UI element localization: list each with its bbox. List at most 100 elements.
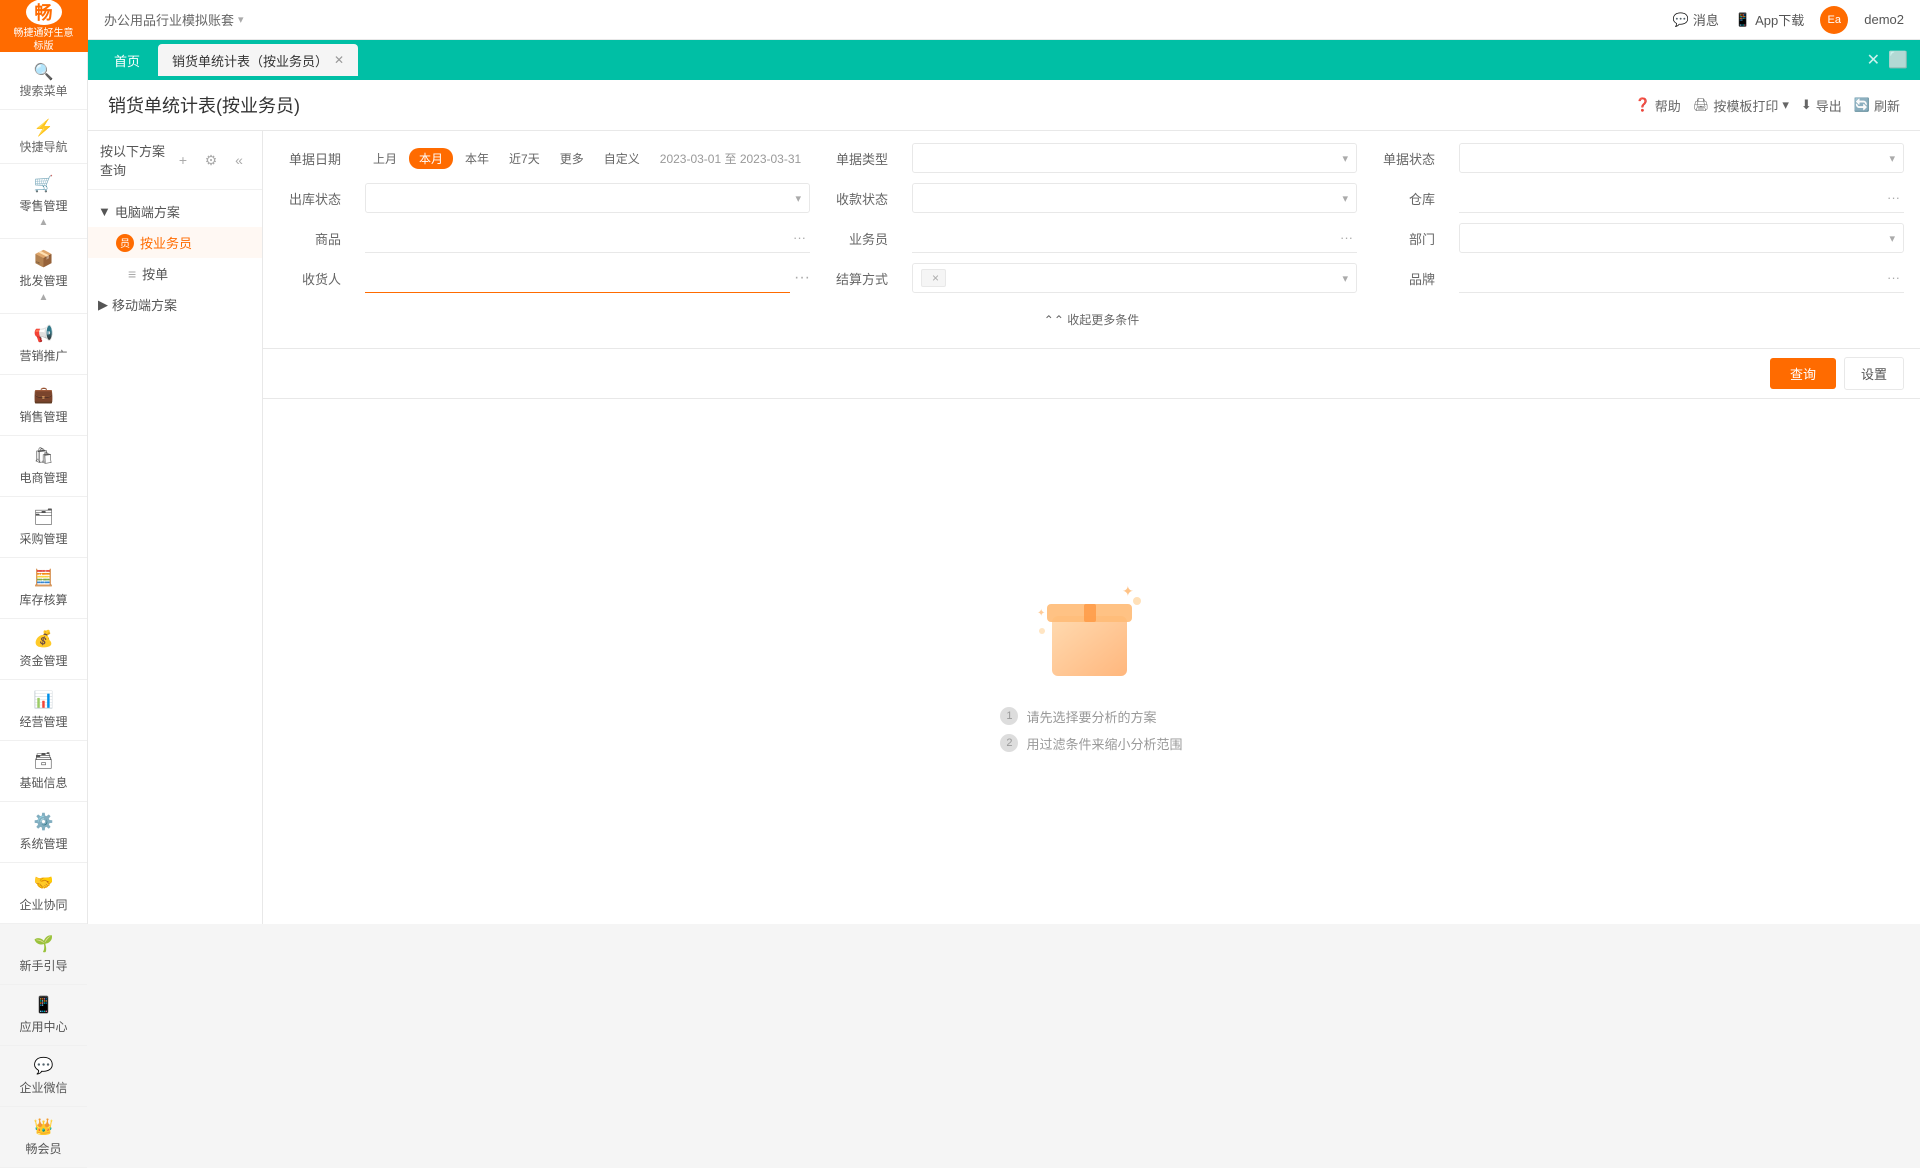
empty-hint-2-text: 用过滤条件来缩小分析范围 bbox=[1026, 734, 1182, 753]
tabbar: 首页 销货单统计表（按业务员） ✕ ✕ ⬜ bbox=[88, 40, 1920, 80]
out-status-select[interactable]: ▾ bbox=[365, 183, 810, 213]
staff-input[interactable]: ··· bbox=[912, 223, 1357, 253]
sidebar-wechat-label: 企业微信 bbox=[19, 1079, 67, 1096]
out-status-control: ▾ bbox=[365, 183, 810, 213]
tab-window-close-icon[interactable]: ✕ bbox=[1867, 50, 1880, 70]
sidebar-item-member[interactable]: 👑 畅会员 bbox=[0, 1107, 87, 1168]
sidebar-item-quick[interactable]: ⚡ 快捷导航 bbox=[0, 110, 87, 164]
sidebar-item-wholesale[interactable]: 📦 批发管理 ▲ bbox=[0, 239, 87, 314]
tree-group-mobile-label: 移动端方案 bbox=[112, 295, 177, 314]
warehouse-control: ··· bbox=[1459, 183, 1904, 213]
message-button[interactable]: 💬 消息 bbox=[1673, 10, 1719, 29]
tree-group-mobile-header[interactable]: ▶ 移动端方案 bbox=[88, 289, 262, 320]
tab-restore-icon[interactable]: ⬜ bbox=[1888, 50, 1908, 70]
sidebar-item-marketing[interactable]: 📢 营销推广 bbox=[0, 314, 87, 375]
settlement-tag-close[interactable]: × bbox=[932, 271, 939, 285]
sidebar-item-search[interactable]: 🔍 搜索菜单 bbox=[0, 52, 87, 110]
date-tab-last-month[interactable]: 上月 bbox=[365, 148, 405, 169]
query-button[interactable]: 查询 bbox=[1770, 358, 1836, 389]
filter-row-1: 单据日期 上月 本月 本年 近7天 更多 自定义 2023-03-01 至 20… bbox=[279, 143, 1904, 173]
topbar-right: 💬 消息 📱 App下载 Ea demo2 bbox=[1673, 6, 1904, 34]
tab-home[interactable]: 首页 bbox=[100, 44, 154, 76]
date-control: 上月 本月 本年 近7天 更多 自定义 2023-03-01 至 2023-03… bbox=[365, 148, 810, 169]
date-tab-7days[interactable]: 近7天 bbox=[501, 148, 548, 169]
sidebar-item-sales[interactable]: 💼 销售管理 bbox=[0, 375, 87, 436]
tree-item-by-staff[interactable]: 员 按业务员 bbox=[88, 227, 262, 258]
sidebar-item-ecommerce[interactable]: 🛍 电商管理 bbox=[0, 436, 87, 497]
sidebar-item-purchase[interactable]: 🗂 采购管理 bbox=[0, 497, 87, 558]
sidebar-item-system[interactable]: ⚙️ 系统管理 bbox=[0, 802, 87, 863]
sidebar-logo[interactable]: 畅 畅捷通好生意 标版 bbox=[0, 0, 88, 52]
wholesale-arrow-icon: ▲ bbox=[39, 292, 49, 303]
warehouse-label: 仓库 bbox=[1373, 189, 1443, 208]
user-avatar[interactable]: Ea bbox=[1820, 6, 1848, 34]
tab-close-icon[interactable]: ✕ bbox=[334, 54, 344, 66]
tree-group-pc-header[interactable]: ▼ 电脑端方案 bbox=[88, 196, 262, 227]
svg-text:✦: ✦ bbox=[1037, 608, 1045, 619]
help-icon: ❓ bbox=[1635, 97, 1651, 113]
settlement-control: × ▾ bbox=[912, 263, 1357, 293]
basic-icon: 🗃 bbox=[33, 751, 53, 771]
sidebar-item-basic[interactable]: 🗃 基础信息 bbox=[0, 741, 87, 802]
date-tab-this-year[interactable]: 本年 bbox=[457, 148, 497, 169]
staff-control: ··· bbox=[912, 223, 1357, 253]
sidebar-item-wechat[interactable]: 💬 企业微信 bbox=[0, 1046, 87, 1107]
doc-type-label: 单据类型 bbox=[826, 149, 896, 168]
app-download-button[interactable]: 📱 App下载 bbox=[1735, 10, 1804, 29]
sidebar-item-finance[interactable]: 💰 资金管理 bbox=[0, 619, 87, 680]
empty-svg: ✦ ✦ bbox=[1032, 571, 1152, 691]
warehouse-input[interactable]: ··· bbox=[1459, 183, 1904, 213]
marketing-icon: 📢 bbox=[34, 324, 54, 344]
date-tab-this-month[interactable]: 本月 bbox=[409, 148, 453, 169]
help-button[interactable]: ❓ 帮助 bbox=[1635, 96, 1681, 115]
settings-scheme-button[interactable]: ⚙ bbox=[200, 149, 222, 171]
sidebar-marketing-label: 营销推广 bbox=[19, 347, 67, 364]
sidebar-wholesale-label: 批发管理 bbox=[19, 272, 67, 289]
consignee-input[interactable] bbox=[365, 263, 790, 293]
collapse-bar-label[interactable]: 收起更多条件 bbox=[1067, 313, 1139, 327]
sidebar-item-operation[interactable]: 📊 经营管理 bbox=[0, 680, 87, 741]
staff-label: 业务员 bbox=[826, 229, 896, 248]
message-icon: 💬 bbox=[1673, 12, 1689, 28]
sidebar-item-appcenter[interactable]: 📱 应用中心 bbox=[0, 985, 87, 1046]
dept-select[interactable]: ▾ bbox=[1459, 223, 1904, 253]
retail-arrow-icon: ▲ bbox=[39, 217, 49, 228]
user-name[interactable]: demo2 bbox=[1864, 12, 1904, 27]
hint-num-1: 1 bbox=[1000, 707, 1018, 725]
sidebar-item-newbie[interactable]: 🌱 新手引导 bbox=[0, 924, 87, 985]
tree-item-by-order[interactable]: ≡ 按单 bbox=[88, 258, 262, 289]
date-tab-more[interactable]: 更多 bbox=[552, 148, 592, 169]
sidebar-item-retail[interactable]: 🛒 零售管理 ▲ bbox=[0, 164, 87, 239]
collapse-panel-button[interactable]: « bbox=[228, 149, 250, 171]
refresh-button[interactable]: 🔄 刷新 bbox=[1854, 96, 1900, 115]
consignee-dots[interactable]: ··· bbox=[794, 269, 810, 287]
recv-status-control: ▾ bbox=[912, 183, 1357, 213]
tab-report[interactable]: 销货单统计表（按业务员） ✕ bbox=[158, 44, 358, 76]
export-button[interactable]: ⬇ 导出 bbox=[1801, 96, 1842, 115]
tree-group-pc-arrow: ▼ bbox=[98, 204, 111, 219]
tree-group-mobile: ▶ 移动端方案 bbox=[88, 289, 262, 320]
goods-input[interactable]: ··· bbox=[365, 223, 810, 253]
tree-section: ▼ 电脑端方案 员 按业务员 ≡ 按单 bbox=[88, 190, 262, 326]
doc-type-select[interactable]: ▾ bbox=[912, 143, 1357, 173]
setting-button[interactable]: 设置 bbox=[1844, 357, 1904, 390]
doc-status-select[interactable]: ▾ bbox=[1459, 143, 1904, 173]
date-tab-custom[interactable]: 自定义 bbox=[596, 148, 648, 169]
hint-num-2: 2 bbox=[1000, 734, 1018, 752]
topbar: 办公用品行业模拟账套 ▾ 💬 消息 📱 App下载 Ea demo2 bbox=[88, 0, 1920, 40]
topbar-dropdown-icon[interactable]: ▾ bbox=[238, 13, 244, 26]
header-actions: ❓ 帮助 🖨 按模板打印 ▾ ⬇ 导出 🔄 刷新 bbox=[1635, 96, 1900, 127]
recv-status-select[interactable]: ▾ bbox=[912, 183, 1357, 213]
tree-item-by-order-label: 按单 bbox=[142, 264, 168, 283]
sidebar-ecommerce-label: 电商管理 bbox=[19, 469, 67, 486]
sidebar-item-inventory[interactable]: 🧮 库存核算 bbox=[0, 558, 87, 619]
settlement-label: 结算方式 bbox=[826, 269, 896, 288]
add-scheme-button[interactable]: + bbox=[172, 149, 194, 171]
sidebar-item-enterprise[interactable]: 🤝 企业协同 bbox=[0, 863, 87, 924]
sidebar-appcenter-label: 应用中心 bbox=[19, 1018, 67, 1035]
settlement-select[interactable]: × ▾ bbox=[912, 263, 1357, 293]
print-button[interactable]: 🖨 按模板打印 ▾ bbox=[1693, 96, 1789, 115]
empty-illustration: ✦ ✦ bbox=[1032, 571, 1152, 691]
tree-group-pc-label: 电脑端方案 bbox=[115, 202, 180, 221]
brand-input[interactable]: ··· bbox=[1459, 263, 1904, 293]
